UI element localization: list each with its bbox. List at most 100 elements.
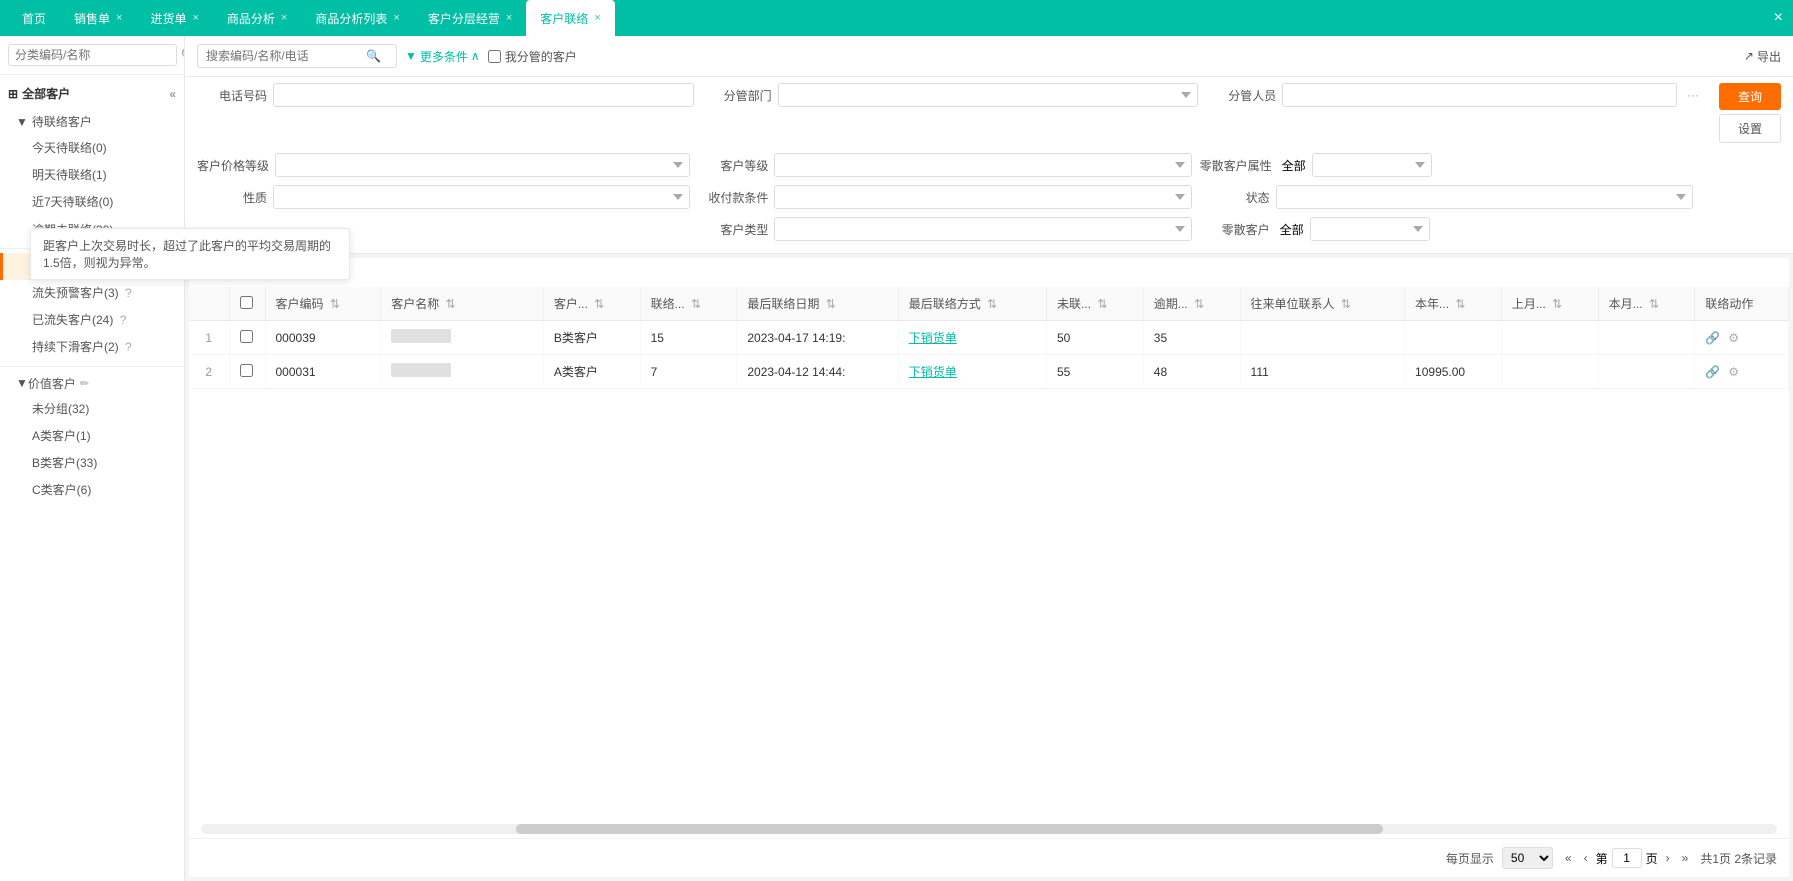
row-1-checkbox[interactable] — [240, 330, 253, 343]
nature-select[interactable] — [273, 185, 690, 209]
edit-icon[interactable]: ✏ — [80, 377, 89, 390]
retail-customer-select[interactable] — [1310, 217, 1430, 241]
prev-page-btn[interactable]: ‹ — [1580, 849, 1592, 867]
col-last-month[interactable]: 上月... ⇅ — [1501, 287, 1598, 321]
link-icon-2[interactable]: 🔗 — [1705, 365, 1720, 379]
last-page-btn[interactable]: » — [1678, 849, 1693, 867]
sidebar-tree: ⊞ 全部客户 « ▼ 待联络客户 今天待联络(0) 明天待联络(1) 近7天待联… — [0, 75, 184, 881]
close-sales-icon[interactable]: × — [116, 12, 122, 24]
col-customer-type[interactable]: 客户... ⇅ — [543, 287, 640, 321]
grid-icon-2[interactable]: ⚙ — [1728, 365, 1739, 379]
payment-select[interactable] — [774, 185, 1191, 209]
sidebar-item-lost-customers[interactable]: 已流失客户(24) ? — [0, 307, 184, 334]
sidebar-all-customers[interactable]: ⊞ 全部客户 « — [0, 79, 184, 108]
sidebar-item-class-b[interactable]: B类客户(33) — [0, 450, 184, 477]
row-num-1: 1 — [189, 321, 229, 355]
nav-product-list[interactable]: 商品分析列表 × — [301, 0, 413, 36]
nav-home[interactable]: 首页 — [8, 0, 60, 36]
col-checkbox — [229, 287, 265, 321]
sidebar-item-7days[interactable]: 近7天待联络(0) — [0, 189, 184, 216]
nav-customer-tier[interactable]: 客户分层经营 × — [414, 0, 526, 36]
grid-icon: ⊞ — [8, 87, 18, 101]
current-page[interactable]: 1 — [1612, 848, 1642, 868]
nav-purchase[interactable]: 进货单 × — [136, 0, 212, 36]
dept-select[interactable] — [778, 83, 1199, 107]
nav-product-analysis[interactable]: 商品分析 × — [213, 0, 301, 36]
col-this-year[interactable]: 本年... ⇅ — [1405, 287, 1502, 321]
page-navigation: « ‹ 第 1 页 › » — [1561, 848, 1692, 868]
row-type-2: A类客户 — [543, 355, 640, 389]
row-last-method-1[interactable]: 下销货单 — [898, 321, 1046, 355]
sidebar-value-group[interactable]: ▼ 价值客户 ✏ — [0, 371, 184, 396]
filter-bar: 🔍 ▼ 更多条件 ∧ 我分管的客户 ↗ 导出 — [185, 36, 1793, 77]
status-select[interactable] — [1276, 185, 1693, 209]
customer-level-select[interactable] — [774, 153, 1191, 177]
first-page-btn[interactable]: « — [1561, 849, 1576, 867]
col-last-contact-method[interactable]: 最后联络方式 ⇅ — [898, 287, 1046, 321]
settings-button[interactable]: 设置 — [1719, 114, 1781, 143]
retail-attr-select[interactable] — [1312, 153, 1432, 177]
col-overdue[interactable]: 逾期... ⇅ — [1143, 287, 1240, 321]
person-dots[interactable]: ··· — [1683, 88, 1703, 102]
table-wrapper[interactable]: 客户编码 ⇅ 客户名称 ⇅ 客户... ⇅ — [189, 287, 1789, 820]
search-icon-main[interactable]: 🔍 — [366, 49, 381, 63]
row-contact-2: 7 — [640, 355, 737, 389]
retail-attr-inline: 全部 — [1282, 157, 1306, 174]
sort-icon: ⇅ — [330, 297, 340, 311]
person-input[interactable] — [1282, 83, 1677, 107]
customer-table: 客户编码 ⇅ 客户名称 ⇅ 客户... ⇅ — [189, 287, 1789, 389]
phone-input[interactable] — [273, 83, 694, 107]
horizontal-scrollbar[interactable] — [201, 824, 1777, 834]
nav-customer-contact[interactable]: 客户联络 × — [526, 0, 614, 36]
customer-level-label: 客户等级 — [698, 157, 768, 174]
close-customer-tier-icon[interactable]: × — [506, 12, 512, 24]
row-last-month-1 — [1501, 321, 1598, 355]
row-last-method-2[interactable]: 下销货单 — [898, 355, 1046, 389]
export-btn[interactable]: ↗ 导出 — [1744, 48, 1781, 65]
sidebar-item-loss-warning[interactable]: 流失预警客户(3) ? — [0, 280, 184, 307]
my-customers-check[interactable] — [488, 50, 501, 63]
grid-icon-1[interactable]: ⚙ — [1728, 331, 1739, 345]
sidebar-search-input[interactable] — [8, 44, 177, 66]
collapse-icon: « — [169, 87, 176, 101]
col-customer-code[interactable]: 客户编码 ⇅ — [265, 287, 381, 321]
row-2-checkbox[interactable] — [240, 364, 253, 377]
per-page-select[interactable]: 50 20 100 — [1502, 847, 1553, 869]
sidebar-item-today[interactable]: 今天待联络(0) — [0, 135, 184, 162]
next-page-btn[interactable]: › — [1662, 849, 1674, 867]
close-purchase-icon[interactable]: × — [192, 12, 198, 24]
more-conditions-btn[interactable]: ▼ 更多条件 ∧ — [405, 48, 480, 65]
action-buttons: 查询 设置 — [1719, 83, 1781, 143]
main-search-input[interactable] — [206, 49, 366, 63]
col-this-month[interactable]: 本月... ⇅ — [1598, 287, 1695, 321]
close-all-tabs-icon[interactable]: × — [1774, 9, 1783, 27]
filter-icon: ▼ — [405, 49, 417, 63]
query-button[interactable]: 查询 — [1719, 83, 1781, 110]
col-last-contact-date[interactable]: 最后联络日期 ⇅ — [737, 287, 898, 321]
sidebar-item-class-a[interactable]: A类客户(1) — [0, 423, 184, 450]
table-toolbar: ⚙ — [189, 258, 1789, 287]
customer-type-select[interactable] — [774, 217, 1191, 241]
col-contact[interactable]: 联络... ⇅ — [640, 287, 737, 321]
close-product-list-icon[interactable]: × — [393, 12, 399, 24]
sidebar-group-pending[interactable]: ▼ 待联络客户 — [0, 108, 184, 135]
sidebar-item-declining[interactable]: 持续下滑客户(2) ? — [0, 334, 184, 361]
col-unit-contact[interactable]: 往来单位联系人 ⇅ — [1240, 287, 1405, 321]
price-level-select[interactable] — [275, 153, 690, 177]
sidebar-item-unclassified[interactable]: 未分组(32) — [0, 396, 184, 423]
sidebar-item-class-c[interactable]: C类客户(6) — [0, 477, 184, 504]
col-customer-name[interactable]: 客户名称 ⇅ — [381, 287, 544, 321]
sidebar-item-tomorrow[interactable]: 明天待联络(1) — [0, 162, 184, 189]
row-this-month-2 — [1598, 355, 1695, 389]
pagination: 每页显示 50 20 100 « ‹ 第 1 页 › » 共1页 2条记录 — [189, 838, 1789, 877]
col-uncontacted[interactable]: 未联... ⇅ — [1047, 287, 1144, 321]
retail-customer-label: 零散客户 — [1200, 221, 1270, 238]
select-all-checkbox[interactable] — [240, 296, 253, 309]
row-overdue-2: 48 — [1143, 355, 1240, 389]
nav-sales[interactable]: 销售单 × — [60, 0, 136, 36]
close-customer-contact-icon[interactable]: × — [594, 12, 600, 24]
scrollbar-thumb[interactable] — [516, 824, 1383, 834]
link-icon-1[interactable]: 🔗 — [1705, 331, 1720, 345]
close-product-analysis-icon[interactable]: × — [281, 12, 287, 24]
row-this-year-2: 10995.00 — [1405, 355, 1502, 389]
